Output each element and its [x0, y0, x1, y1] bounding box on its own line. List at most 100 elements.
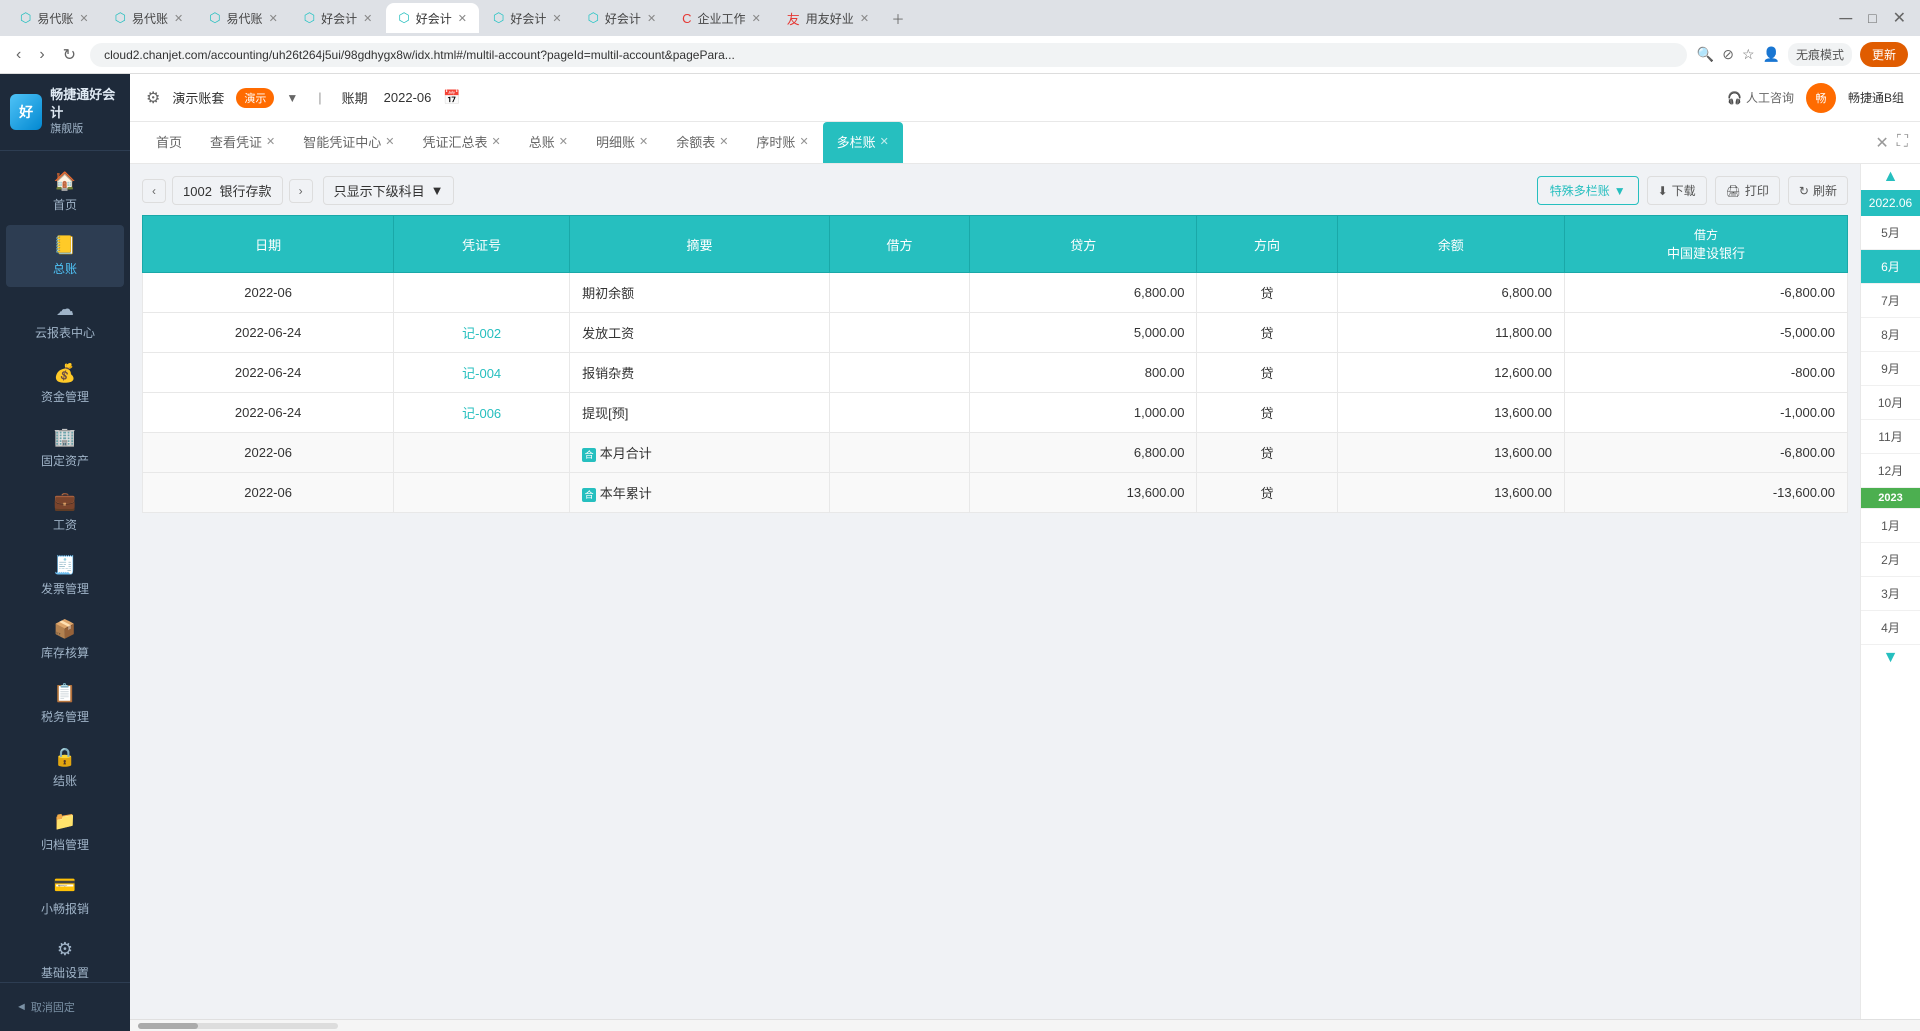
- browser-tab-7[interactable]: ⬡ 好会计 ✕: [576, 3, 669, 33]
- tab-close-9[interactable]: ✕: [860, 12, 869, 25]
- stealth-mode-btn[interactable]: 无痕模式: [1788, 43, 1852, 66]
- expand-tab-icon[interactable]: ⛶: [1897, 133, 1908, 153]
- cal-month-nov[interactable]: 11月: [1861, 420, 1920, 454]
- bookmark-icon[interactable]: ☆: [1742, 46, 1755, 63]
- special-multi-column-btn[interactable]: 特殊多栏账 ▼: [1537, 176, 1639, 205]
- tab-close-7[interactable]: ✕: [647, 12, 656, 25]
- page-tab-view-voucher[interactable]: 查看凭证 ✕: [196, 122, 289, 163]
- calendar-icon[interactable]: 📅: [443, 89, 460, 106]
- close-smart-voucher-tab[interactable]: ✕: [385, 135, 394, 148]
- page-tab-detail-ledger[interactable]: 明细账 ✕: [582, 122, 662, 163]
- refresh-btn[interactable]: ↻ 刷新: [1788, 176, 1848, 205]
- scrollbar-thumb[interactable]: [138, 1023, 198, 1029]
- sidebar-item-cloud-report[interactable]: ☁ 云报表中心: [6, 289, 124, 351]
- demo-badge: 演示: [236, 88, 274, 108]
- close-view-voucher-tab[interactable]: ✕: [266, 135, 275, 148]
- tab-close-4[interactable]: ✕: [363, 12, 372, 25]
- tab-close-8[interactable]: ✕: [752, 12, 761, 25]
- cell-voucher[interactable]: 记-004: [394, 353, 570, 393]
- tab-close-2[interactable]: ✕: [174, 12, 183, 25]
- close-balance-tab[interactable]: ✕: [719, 135, 728, 148]
- browser-tab-8[interactable]: C 企业工作 ✕: [670, 3, 773, 33]
- cal-month-oct[interactable]: 10月: [1861, 386, 1920, 420]
- close-multi-column-tab[interactable]: ✕: [880, 135, 889, 148]
- cell-voucher[interactable]: 记-002: [394, 313, 570, 353]
- browser-tab-4[interactable]: ⬡ 好会计 ✕: [292, 3, 385, 33]
- cal-month-jul[interactable]: 7月: [1861, 284, 1920, 318]
- cal-month-aug[interactable]: 8月: [1861, 318, 1920, 352]
- sidebar-item-settings[interactable]: ⚙ 基础设置: [6, 929, 124, 982]
- tab-close-3[interactable]: ✕: [269, 12, 278, 25]
- cal-month-dec[interactable]: 12月: [1861, 454, 1920, 488]
- sidebar-item-inventory[interactable]: 📦 库存核算: [6, 609, 124, 671]
- close-general-ledger-tab[interactable]: ✕: [559, 135, 568, 148]
- forward-btn[interactable]: ›: [35, 42, 48, 68]
- prev-account-btn[interactable]: ‹: [142, 179, 166, 203]
- cell-voucher[interactable]: 记-006: [394, 393, 570, 433]
- cal-month-sep[interactable]: 9月: [1861, 352, 1920, 386]
- minimize-btn[interactable]: ─: [1833, 6, 1858, 31]
- sidebar-item-invoice[interactable]: 🧾 发票管理: [6, 545, 124, 607]
- cal-month-jun[interactable]: 6月: [1861, 250, 1920, 284]
- new-tab-btn[interactable]: ＋: [883, 5, 913, 31]
- page-tab-multi-column[interactable]: 多栏账 ✕: [823, 122, 903, 163]
- cancel-pin-btn[interactable]: ◄ 取消固定: [10, 993, 120, 1021]
- horizontal-scrollbar[interactable]: [138, 1023, 338, 1029]
- close-account-icon: 🔒: [54, 747, 76, 768]
- page-tab-balance[interactable]: 余额表 ✕: [662, 122, 742, 163]
- browser-tab-2[interactable]: ⬡ 易代账 ✕: [103, 3, 196, 33]
- cast-icon[interactable]: ⊘: [1722, 46, 1734, 63]
- cal-month-apr[interactable]: 4月: [1861, 611, 1920, 645]
- sidebar-item-fund[interactable]: 💰 资金管理: [6, 353, 124, 415]
- cal-nav-down[interactable]: ▼: [1861, 645, 1920, 671]
- page-tab-smart-voucher[interactable]: 智能凭证中心 ✕: [289, 122, 408, 163]
- sidebar-item-tax[interactable]: 📋 税务管理: [6, 673, 124, 735]
- url-input[interactable]: cloud2.chanjet.com/accounting/uh26t264j5…: [90, 43, 1687, 67]
- browser-tab-5[interactable]: ⬡ 好会计 ✕: [386, 3, 479, 33]
- browser-tab-9[interactable]: 友 用友好业 ✕: [775, 3, 881, 33]
- close-btn[interactable]: ✕: [1887, 6, 1912, 30]
- refresh-btn-browser[interactable]: ↻: [59, 41, 80, 69]
- cell-balance: 11,800.00: [1337, 313, 1564, 353]
- sidebar-item-home[interactable]: 🏠 首页: [6, 161, 124, 223]
- download-btn[interactable]: ⬇ 下载: [1647, 176, 1707, 205]
- page-tab-chronological[interactable]: 序时账 ✕: [742, 122, 822, 163]
- sidebar-item-close-account[interactable]: 🔒 结账: [6, 737, 124, 799]
- tab-close-5[interactable]: ✕: [458, 12, 467, 25]
- print-btn[interactable]: 🖨 打印: [1715, 176, 1780, 205]
- close-detail-ledger-tab[interactable]: ✕: [639, 135, 648, 148]
- browser-tab-1[interactable]: ⬡ 易代账 ✕: [8, 3, 101, 33]
- back-btn[interactable]: ‹: [12, 42, 25, 68]
- tab-close-6[interactable]: ✕: [552, 12, 561, 25]
- page-tab-voucher-summary[interactable]: 凭证汇总表 ✕: [408, 122, 514, 163]
- update-btn[interactable]: 更新: [1860, 42, 1908, 67]
- consult-btn[interactable]: 🎧 人工咨询: [1727, 89, 1794, 106]
- cal-month-jan[interactable]: 1月: [1861, 509, 1920, 543]
- period-value[interactable]: 2022-06: [384, 90, 432, 105]
- close-tab-icon[interactable]: ✕: [1875, 133, 1888, 153]
- search-icon[interactable]: 🔍: [1697, 46, 1714, 63]
- sidebar-item-expense[interactable]: 💳 小畅报销: [6, 865, 124, 927]
- profile-icon[interactable]: 👤: [1763, 46, 1780, 63]
- sidebar-item-ledger[interactable]: 📒 总账: [6, 225, 124, 287]
- next-account-btn[interactable]: ›: [289, 179, 313, 203]
- bottom-scrollbar[interactable]: [130, 1019, 1920, 1031]
- sidebar-item-archive[interactable]: 📁 归档管理: [6, 801, 124, 863]
- page-tab-general-ledger[interactable]: 总账 ✕: [515, 122, 582, 163]
- settings-gear-icon[interactable]: ⚙: [146, 88, 160, 108]
- maximize-btn[interactable]: □: [1862, 8, 1882, 28]
- sidebar-item-fixed-assets[interactable]: 🏢 固定资产: [6, 417, 124, 479]
- close-voucher-summary-tab[interactable]: ✕: [492, 135, 501, 148]
- tab-close-1[interactable]: ✕: [79, 12, 88, 25]
- filter-dropdown[interactable]: 只显示下级科目 ▼: [323, 176, 455, 205]
- cal-month-feb[interactable]: 2月: [1861, 543, 1920, 577]
- page-tab-home[interactable]: 首页: [142, 122, 196, 163]
- cal-month-mar[interactable]: 3月: [1861, 577, 1920, 611]
- browser-tab-6[interactable]: ⬡ 好会计 ✕: [481, 3, 574, 33]
- sidebar-item-payroll[interactable]: 💼 工资: [6, 481, 124, 543]
- dropdown-arrow-icon[interactable]: ▼: [286, 91, 298, 105]
- cal-nav-up[interactable]: ▲: [1861, 164, 1920, 190]
- browser-tab-3[interactable]: ⬡ 易代账 ✕: [197, 3, 290, 33]
- close-chronological-tab[interactable]: ✕: [799, 135, 808, 148]
- cal-month-may[interactable]: 5月: [1861, 216, 1920, 250]
